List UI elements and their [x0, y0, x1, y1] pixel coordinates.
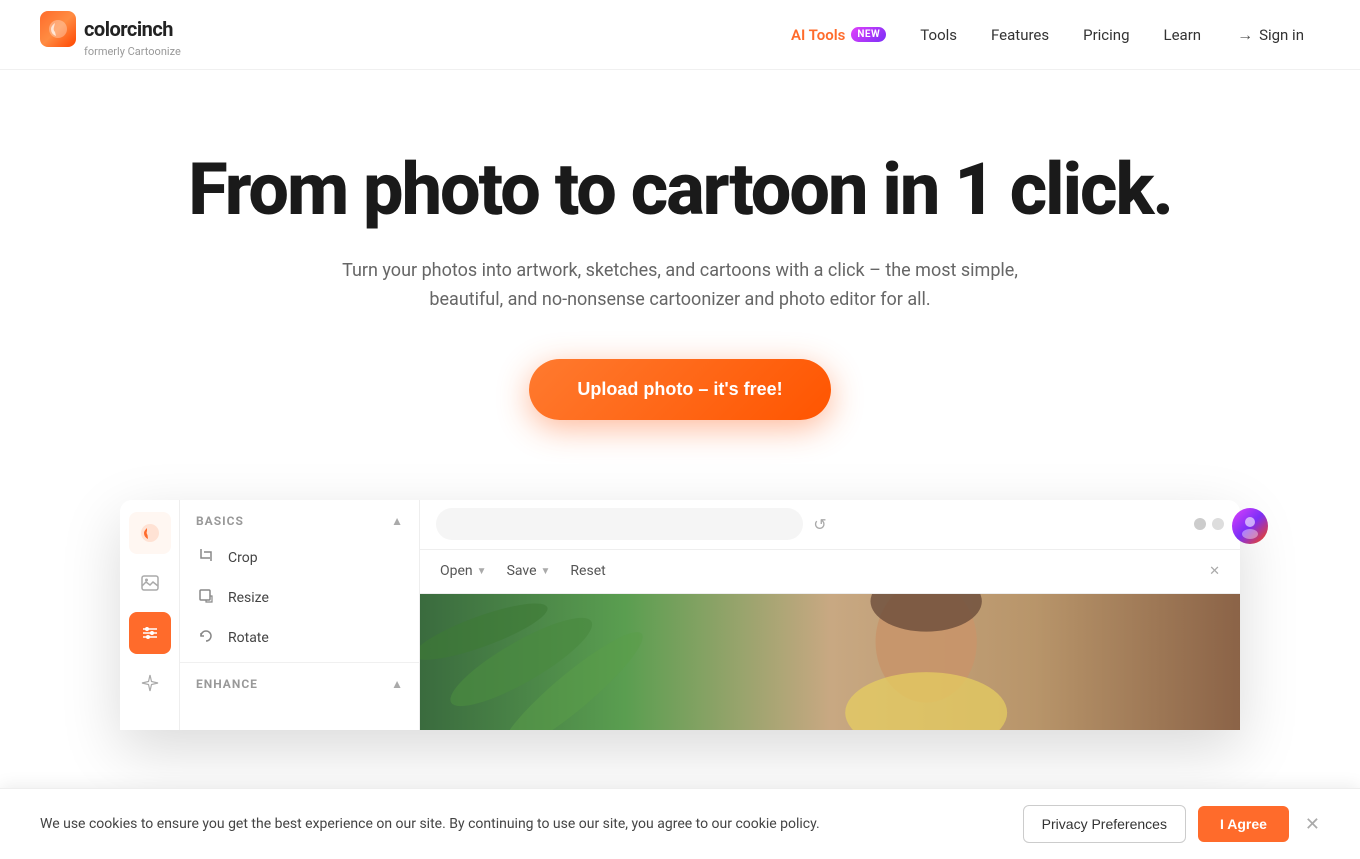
sidebar-sparkle-btn[interactable]: [129, 662, 171, 704]
nav-learn[interactable]: Learn: [1150, 18, 1216, 52]
logo[interactable]: colorcinch formerly Cartoonize: [40, 11, 181, 58]
editor-preview: BASICS ▲ Crop Re: [80, 500, 1280, 730]
signin-button[interactable]: → Sign in: [1221, 17, 1320, 53]
open-chevron: ▼: [477, 566, 487, 577]
enhance-chevron: ▲: [391, 677, 403, 691]
agree-button[interactable]: I Agree: [1198, 806, 1289, 842]
logo-icon: [40, 11, 76, 47]
crop-item[interactable]: Crop: [180, 538, 419, 578]
crop-label: Crop: [228, 550, 258, 566]
search-bar: [436, 508, 803, 540]
editor-main: ↺ Open ▼ Save ▼ Reset: [420, 500, 1240, 730]
cookie-text: We use cookies to ensure you get the bes…: [40, 816, 993, 832]
hero-title: From photo to cartoon in 1 click.: [20, 150, 1340, 229]
sidebar-adjust-btn[interactable]: [129, 612, 171, 654]
dot-2: [1212, 518, 1224, 530]
hero-subtitle: Turn your photos into artwork, sketches,…: [330, 257, 1030, 315]
resize-icon: [196, 588, 216, 608]
privacy-preferences-button[interactable]: Privacy Preferences: [1023, 805, 1186, 843]
avatar-close-icon[interactable]: ✕: [1209, 564, 1220, 579]
hero-section: From photo to cartoon in 1 click. Turn y…: [0, 70, 1360, 480]
sidebar-icons: [120, 500, 180, 730]
resize-label: Resize: [228, 590, 269, 606]
rotate-item[interactable]: Rotate: [180, 618, 419, 658]
nav-pricing[interactable]: Pricing: [1069, 18, 1143, 52]
basics-chevron: ▲: [391, 514, 403, 528]
save-button[interactable]: Save ▼: [507, 563, 551, 579]
editor-canvas: [420, 594, 1240, 730]
basics-label: BASICS: [196, 514, 244, 528]
cookie-banner: We use cookies to ensure you get the bes…: [0, 788, 1360, 859]
canvas-image: [420, 594, 1240, 730]
basics-header: BASICS ▲: [180, 500, 419, 538]
nav-ai-tools[interactable]: AI Tools NEW: [777, 18, 900, 52]
resize-item[interactable]: Resize: [180, 578, 419, 618]
reset-button[interactable]: Reset: [570, 563, 605, 579]
sidebar-image-btn[interactable]: [129, 562, 171, 604]
reload-icon[interactable]: ↺: [813, 515, 826, 534]
rotate-label: Rotate: [228, 630, 269, 646]
nav-tools[interactable]: Tools: [906, 18, 971, 52]
upload-button[interactable]: Upload photo – it's free!: [529, 359, 830, 420]
cookie-close-icon[interactable]: ✕: [1305, 814, 1320, 835]
logo-subtitle: formerly Cartoonize: [84, 45, 181, 58]
editor-toolbar: ↺: [420, 500, 1240, 550]
logo-name: colorcinch: [84, 17, 173, 41]
toolbar-dots: [1194, 518, 1224, 530]
enhance-header: ENHANCE ▲: [180, 662, 419, 701]
navbar: colorcinch formerly Cartoonize AI Tools …: [0, 0, 1360, 70]
crop-icon: [196, 548, 216, 568]
sidebar-logo-btn[interactable]: [129, 512, 171, 554]
nav-features[interactable]: Features: [977, 18, 1063, 52]
signin-icon: →: [1237, 25, 1253, 45]
nav-links: AI Tools NEW Tools Features Pricing Lear…: [777, 17, 1320, 53]
open-button[interactable]: Open ▼: [440, 563, 487, 579]
editor-actions: Open ▼ Save ▼ Reset ✕: [420, 550, 1240, 594]
save-chevron: ▼: [541, 566, 551, 577]
dot-1: [1194, 518, 1206, 530]
rotate-icon: [196, 628, 216, 648]
ai-badge: NEW: [851, 27, 886, 42]
cookie-actions: Privacy Preferences I Agree: [1023, 805, 1289, 843]
editor-shell: BASICS ▲ Crop Re: [120, 500, 1240, 730]
tool-panel: BASICS ▲ Crop Re: [180, 500, 420, 730]
enhance-label: ENHANCE: [196, 677, 258, 691]
